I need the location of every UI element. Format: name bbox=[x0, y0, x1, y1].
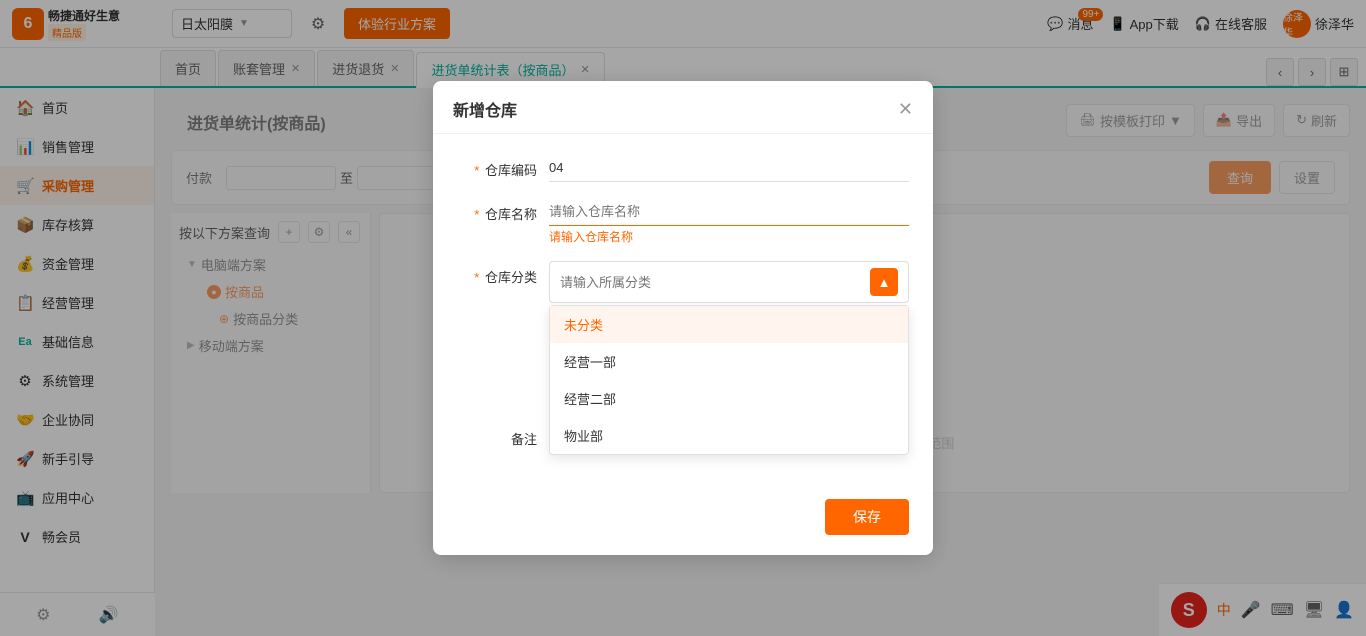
note-label: 备注 bbox=[457, 423, 537, 448]
code-row: * 仓库编码 bbox=[457, 154, 909, 182]
name-label: * 仓库名称 bbox=[457, 198, 537, 223]
modal-overlay: 新增仓库 ✕ * 仓库编码 bbox=[155, 88, 1366, 636]
content-area: 进货单统计(按商品) 🖨 按模板打印 ▼ 📤 导出 ↻ 刷新 bbox=[155, 88, 1366, 636]
warehouse-code-input[interactable] bbox=[549, 154, 909, 182]
dropdown-item-uncategorized[interactable]: 未分类 bbox=[550, 306, 908, 343]
name-row: * 仓库名称 请输入仓库名称 bbox=[457, 198, 909, 245]
name-error-msg: 请输入仓库名称 bbox=[549, 228, 909, 245]
modal-title: 新增仓库 bbox=[453, 97, 517, 121]
main-layout: 🏠 首页 📊 销售管理 🛒 采购管理 📦 库存核算 💰 资金管理 📋 经营管理 … bbox=[0, 88, 1366, 636]
new-warehouse-modal: 新增仓库 ✕ * 仓库编码 bbox=[433, 88, 933, 555]
category-input-wrap: ▲ bbox=[549, 261, 909, 303]
category-label: * 仓库分类 bbox=[457, 261, 537, 286]
modal-footer: 保存 bbox=[433, 487, 933, 555]
warehouse-name-input[interactable] bbox=[549, 198, 909, 226]
category-row: * 仓库分类 ▲ 未分类 bbox=[457, 261, 909, 303]
category-arrow-icon[interactable]: ▲ bbox=[870, 268, 898, 296]
dropdown-item-dept2[interactable]: 经营二部 bbox=[550, 380, 908, 417]
dropdown-item-property[interactable]: 物业部 bbox=[550, 417, 908, 454]
modal-close-icon[interactable]: ✕ bbox=[898, 99, 913, 120]
category-input[interactable] bbox=[560, 275, 870, 290]
code-label: * 仓库编码 bbox=[457, 154, 537, 179]
dropdown-item-dept1[interactable]: 经营一部 bbox=[550, 343, 908, 380]
modal-body: * 仓库编码 * 仓库名称 bbox=[433, 134, 933, 487]
save-button[interactable]: 保存 bbox=[825, 499, 909, 535]
modal-header: 新增仓库 ✕ bbox=[433, 88, 933, 134]
category-dropdown: 未分类 经营一部 经营二部 物业部 bbox=[549, 305, 909, 455]
